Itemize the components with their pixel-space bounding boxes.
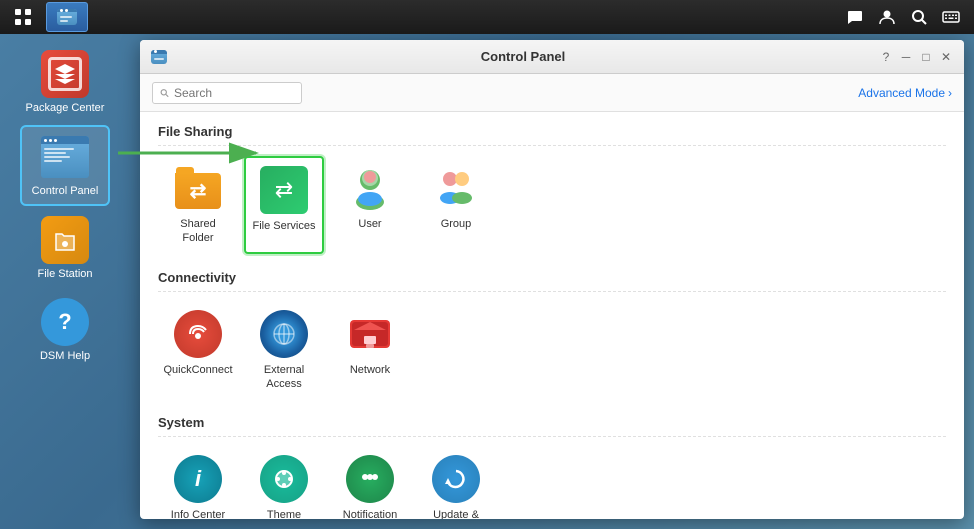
system-title: System — [158, 415, 946, 437]
window-title: Control Panel — [176, 49, 870, 64]
group-icon — [432, 164, 480, 212]
file-services-label: File Services — [253, 219, 316, 233]
keyboard-icon[interactable] — [936, 2, 966, 32]
file-sharing-section: File Sharing ⇄ SharedFolder — [158, 124, 946, 254]
advanced-mode-button[interactable]: Advanced Mode › — [858, 86, 952, 100]
system-items: i Info Center — [158, 447, 946, 519]
info-center-item[interactable]: i Info Center — [158, 447, 238, 519]
window-toolbar: Advanced Mode › — [140, 74, 964, 112]
maximize-button[interactable]: □ — [918, 49, 934, 65]
network-item[interactable]: Network — [330, 302, 410, 400]
sidebar-item-label: DSM Help — [40, 350, 90, 363]
taskbar-right — [832, 2, 974, 32]
network-label: Network — [350, 363, 390, 377]
sidebar-item-package-center[interactable]: Package Center — [20, 44, 110, 121]
update-restore-icon — [432, 455, 480, 503]
shared-folder-icon: ⇄ — [174, 164, 222, 212]
search-box[interactable] — [152, 82, 302, 104]
theme-icon — [260, 455, 308, 503]
external-access-icon — [260, 310, 308, 358]
dsm-help-icon: ? — [41, 298, 89, 346]
update-restore-label: Update &Restore — [433, 508, 479, 519]
control-panel-taskbar-icon — [57, 9, 77, 25]
user-icon-cp — [346, 164, 394, 212]
control-panel-window: Control Panel ? ─ □ ✕ Advanced Mode › Fi… — [140, 40, 964, 519]
chat-icon[interactable] — [840, 2, 870, 32]
file-sharing-items: ⇄ SharedFolder ⇄ File Services — [158, 156, 946, 254]
window-content: File Sharing ⇄ SharedFolder — [140, 112, 964, 519]
taskbar-left — [0, 0, 94, 34]
user-icon[interactable] — [872, 2, 902, 32]
shared-folder-item[interactable]: ⇄ SharedFolder — [158, 156, 238, 254]
system-section: System i Info Center — [158, 415, 946, 519]
info-center-icon: i — [174, 455, 222, 503]
external-access-item[interactable]: External Access — [244, 302, 324, 400]
notification-label: Notification — [343, 508, 397, 519]
sidebar-item-control-panel[interactable]: Control Panel — [20, 125, 110, 206]
file-sharing-title: File Sharing — [158, 124, 946, 146]
notification-item[interactable]: Notification — [330, 447, 410, 519]
sidebar: Package Center Control Panel — [0, 34, 130, 529]
shared-folder-label: SharedFolder — [180, 217, 215, 246]
search-input[interactable] — [174, 86, 294, 100]
user-item[interactable]: User — [330, 156, 410, 254]
update-restore-item[interactable]: Update &Restore — [416, 447, 496, 519]
file-services-item[interactable]: ⇄ File Services — [244, 156, 324, 254]
theme-label: Theme — [267, 508, 301, 519]
window-controls: ? ─ □ ✕ — [878, 49, 954, 65]
notification-icon — [346, 455, 394, 503]
quickconnect-item[interactable]: QuickConnect — [158, 302, 238, 400]
control-panel-icon — [41, 133, 89, 181]
package-center-icon — [41, 50, 89, 98]
quickconnect-icon — [174, 310, 222, 358]
search-icon[interactable] — [904, 2, 934, 32]
sidebar-item-dsm-help[interactable]: ? DSM Help — [20, 292, 110, 369]
external-access-label: External Access — [248, 363, 320, 392]
window-titlebar: Control Panel ? ─ □ ✕ — [140, 40, 964, 74]
apps-grid-button[interactable] — [6, 0, 40, 34]
group-item[interactable]: Group — [416, 156, 496, 254]
close-button[interactable]: ✕ — [938, 49, 954, 65]
quickconnect-label: QuickConnect — [163, 363, 232, 377]
network-icon — [346, 310, 394, 358]
sidebar-item-label: Control Panel — [32, 185, 99, 198]
control-panel-taskbar-button[interactable] — [46, 2, 88, 32]
connectivity-items: QuickConnect Ext — [158, 302, 946, 400]
minimize-button[interactable]: ─ — [898, 49, 914, 65]
taskbar — [0, 0, 974, 34]
sidebar-item-label: File Station — [37, 268, 92, 281]
theme-item[interactable]: Theme — [244, 447, 324, 519]
sidebar-item-label: Package Center — [26, 102, 105, 115]
connectivity-title: Connectivity — [158, 270, 946, 292]
group-label: Group — [441, 217, 472, 231]
connectivity-section: Connectivity QuickConnect — [158, 270, 946, 400]
sidebar-item-file-station[interactable]: File Station — [20, 210, 110, 287]
file-station-icon — [41, 216, 89, 264]
info-center-label: Info Center — [171, 508, 225, 519]
file-services-icon: ⇄ — [260, 166, 308, 214]
window-app-icon — [150, 48, 168, 66]
help-button[interactable]: ? — [878, 49, 894, 65]
search-box-icon — [160, 87, 169, 99]
user-label: User — [358, 217, 381, 231]
